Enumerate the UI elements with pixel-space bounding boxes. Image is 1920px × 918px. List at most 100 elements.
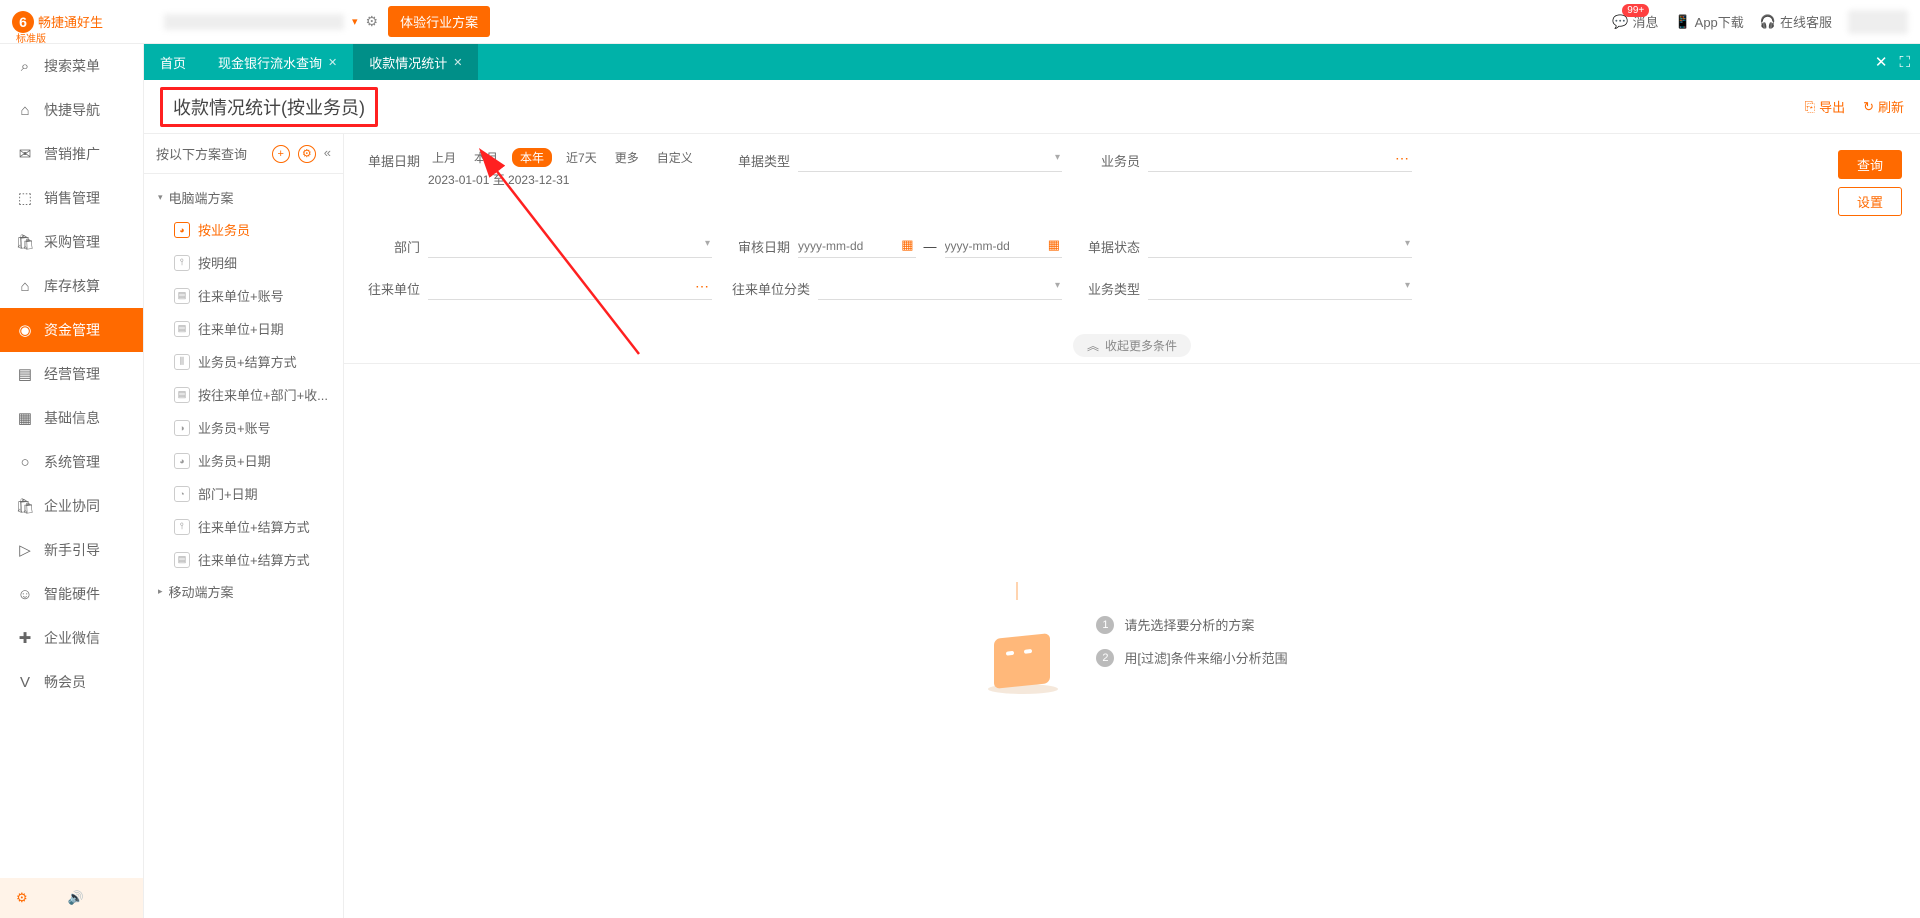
scheme-item[interactable]: ⫼业务员+结算方式 — [144, 345, 343, 378]
unit-select[interactable] — [428, 276, 712, 300]
sidebar-item-label: 企业微信 — [44, 628, 100, 648]
filter-label: 单据日期 — [362, 148, 420, 170]
scheme-settings-button[interactable]: ⚙ — [298, 145, 316, 163]
scheme-item[interactable]: ▤往来单位+账号 — [144, 279, 343, 312]
date-tab[interactable]: 近7天 — [562, 148, 601, 167]
query-button[interactable]: 查询 — [1838, 150, 1902, 179]
refresh-label: 刷新 — [1878, 97, 1904, 116]
app-download-link[interactable]: 📱 App下载 — [1674, 12, 1743, 31]
date-range-tabs: 上月本月本年近7天更多自定义 — [428, 148, 712, 167]
dept-select[interactable] — [428, 234, 712, 258]
sidebar-item[interactable]: ⬚销售管理 — [0, 176, 143, 220]
fullscreen-icon[interactable]: ⛶ — [1899, 54, 1910, 71]
refresh-button[interactable]: ↻ 刷新 — [1863, 97, 1904, 116]
collapse-filters-button[interactable]: ︽ 收起更多条件 — [1073, 334, 1191, 357]
user-avatar-blurred[interactable] — [1848, 10, 1908, 34]
company-selector[interactable]: ▾ ⚙ — [164, 13, 378, 30]
doc-status-select[interactable] — [1148, 234, 1412, 258]
sound-icon[interactable]: 🔊 — [68, 890, 84, 906]
close-icon[interactable]: ✕ — [453, 56, 462, 69]
tips-list: 1 请先选择要分析的方案 2 用[过滤]条件来缩小分析范围 — [1096, 615, 1287, 667]
tab[interactable]: 收款情况统计✕ — [353, 44, 478, 80]
sidebar-item[interactable]: ✚企业微信 — [0, 616, 143, 660]
date-tab[interactable]: 上月 — [428, 148, 460, 167]
scheme-icon: ◔ — [174, 486, 190, 502]
scheme-item[interactable]: ◕业务员+日期 — [144, 444, 343, 477]
scheme-item[interactable]: ▤按往来单位+部门+收... — [144, 378, 343, 411]
scheme-label: 往来单位+结算方式 — [198, 550, 310, 569]
filter-label: 业务类型 — [1082, 276, 1140, 298]
tab[interactable]: 首页 — [144, 44, 202, 80]
scheme-icon: ◑ — [174, 420, 190, 436]
scheme-item[interactable]: ⫯按明细 — [144, 246, 343, 279]
scheme-item[interactable]: ◕按业务员 — [144, 213, 343, 246]
more-icon[interactable]: ⋯ — [695, 278, 710, 295]
messages-link[interactable]: 💬 99+ 消息 — [1612, 12, 1658, 31]
tip-item: 2 用[过滤]条件来缩小分析范围 — [1096, 648, 1287, 667]
doc-type-select[interactable] — [798, 148, 1062, 172]
add-scheme-button[interactable]: + — [272, 145, 290, 163]
filter-label: 单据类型 — [732, 148, 790, 170]
scheme-label: 按往来单位+部门+收... — [198, 385, 328, 404]
header-right: 💬 99+ 消息 📱 App下载 🎧 在线客服 — [1612, 10, 1908, 34]
sidebar-item[interactable]: ○系统管理 — [0, 440, 143, 484]
sidebar-item-label: 资金管理 — [44, 320, 100, 340]
sidebar-item[interactable]: ◉资金管理 — [0, 308, 143, 352]
sidebar-item[interactable]: 🛍企业协同 — [0, 484, 143, 528]
date-tab[interactable]: 本月 — [470, 148, 502, 167]
date-tab[interactable]: 本年 — [512, 148, 552, 167]
scheme-item[interactable]: ◔部门+日期 — [144, 477, 343, 510]
sidebar-item[interactable]: ⌕搜索菜单 — [0, 44, 143, 88]
scheme-group-desktop[interactable]: ▾ 电脑端方案 — [144, 182, 343, 213]
sidebar-item-label: 系统管理 — [44, 452, 100, 472]
sidebar-item[interactable]: ▤经营管理 — [0, 352, 143, 396]
sidebar-item[interactable]: ⌂库存核算 — [0, 264, 143, 308]
scheme-item[interactable]: ▤往来单位+结算方式 — [144, 543, 343, 576]
close-icon[interactable]: ✕ — [328, 56, 337, 69]
date-tab[interactable]: 更多 — [611, 148, 643, 167]
sidebar-item[interactable]: ▦基础信息 — [0, 396, 143, 440]
sidebar-item[interactable]: ☺智能硬件 — [0, 572, 143, 616]
filter-staff: 业务员 ⋯ — [1082, 148, 1412, 172]
unit-category-select[interactable] — [818, 276, 1062, 300]
sidebar-item[interactable]: ▷新手引导 — [0, 528, 143, 572]
page-title-highlight: 收款情况统计(按业务员) — [160, 87, 378, 127]
experience-button[interactable]: 体验行业方案 — [388, 6, 490, 37]
sidebar-item[interactable]: ⌂快捷导航 — [0, 88, 143, 132]
scheme-item[interactable]: ⫯往来单位+结算方式 — [144, 510, 343, 543]
customer-service-link[interactable]: 🎧 在线客服 — [1760, 12, 1832, 31]
sidebar-item-label: 库存核算 — [44, 276, 100, 296]
tab-label: 首页 — [160, 53, 186, 72]
close-all-tabs-icon[interactable]: ✕ — [1875, 53, 1888, 71]
gear-icon[interactable]: ⚙ — [366, 13, 379, 30]
scheme-label: 往来单位+日期 — [198, 319, 284, 338]
scheme-label: 按业务员 — [198, 220, 250, 239]
main-area: 首页现金银行流水查询✕收款情况统计✕ ✕ ⛶ 收款情况统计(按业务员) ⎘ 导出… — [144, 44, 1920, 918]
date-tab[interactable]: 自定义 — [653, 148, 697, 167]
scheme-item[interactable]: ▤往来单位+日期 — [144, 312, 343, 345]
scheme-label: 业务员+日期 — [198, 451, 271, 470]
content-body: 按以下方案查询 + ⚙ « ▾ 电脑端方案 ◕按业务员⫯按明细▤往来单位+账号▤… — [144, 134, 1920, 918]
scheme-icon: ⫼ — [174, 354, 190, 370]
sidebar-item[interactable]: V畅会员 — [0, 660, 143, 704]
menu-icon: V — [16, 673, 34, 691]
more-icon[interactable]: ⋯ — [1395, 150, 1410, 167]
calendar-icon[interactable]: ▦ — [901, 237, 913, 253]
sidebar-item-label: 营销推广 — [44, 144, 100, 164]
export-button[interactable]: ⎘ 导出 — [1805, 97, 1845, 116]
sidebar-item[interactable]: 🛍采购管理 — [0, 220, 143, 264]
sidebar-item[interactable]: ✉营销推广 — [0, 132, 143, 176]
settings-button[interactable]: 设置 — [1838, 187, 1902, 216]
page-header: 收款情况统计(按业务员) ⎘ 导出 ↻ 刷新 — [144, 80, 1920, 134]
audit-date-from[interactable] — [798, 234, 916, 258]
calendar-icon[interactable]: ▦ — [1048, 237, 1060, 253]
scheme-group-mobile[interactable]: ▸ 移动端方案 — [144, 576, 343, 607]
biz-type-select[interactable] — [1148, 276, 1412, 300]
audit-date-to[interactable] — [945, 234, 1063, 258]
page-actions: ⎘ 导出 ↻ 刷新 — [1805, 97, 1904, 116]
collapse-panel-button[interactable]: « — [324, 145, 331, 163]
scheme-item[interactable]: ◑业务员+账号 — [144, 411, 343, 444]
staff-select[interactable] — [1148, 148, 1412, 172]
settings-icon[interactable]: ⚙ — [16, 890, 28, 906]
tab[interactable]: 现金银行流水查询✕ — [202, 44, 353, 80]
